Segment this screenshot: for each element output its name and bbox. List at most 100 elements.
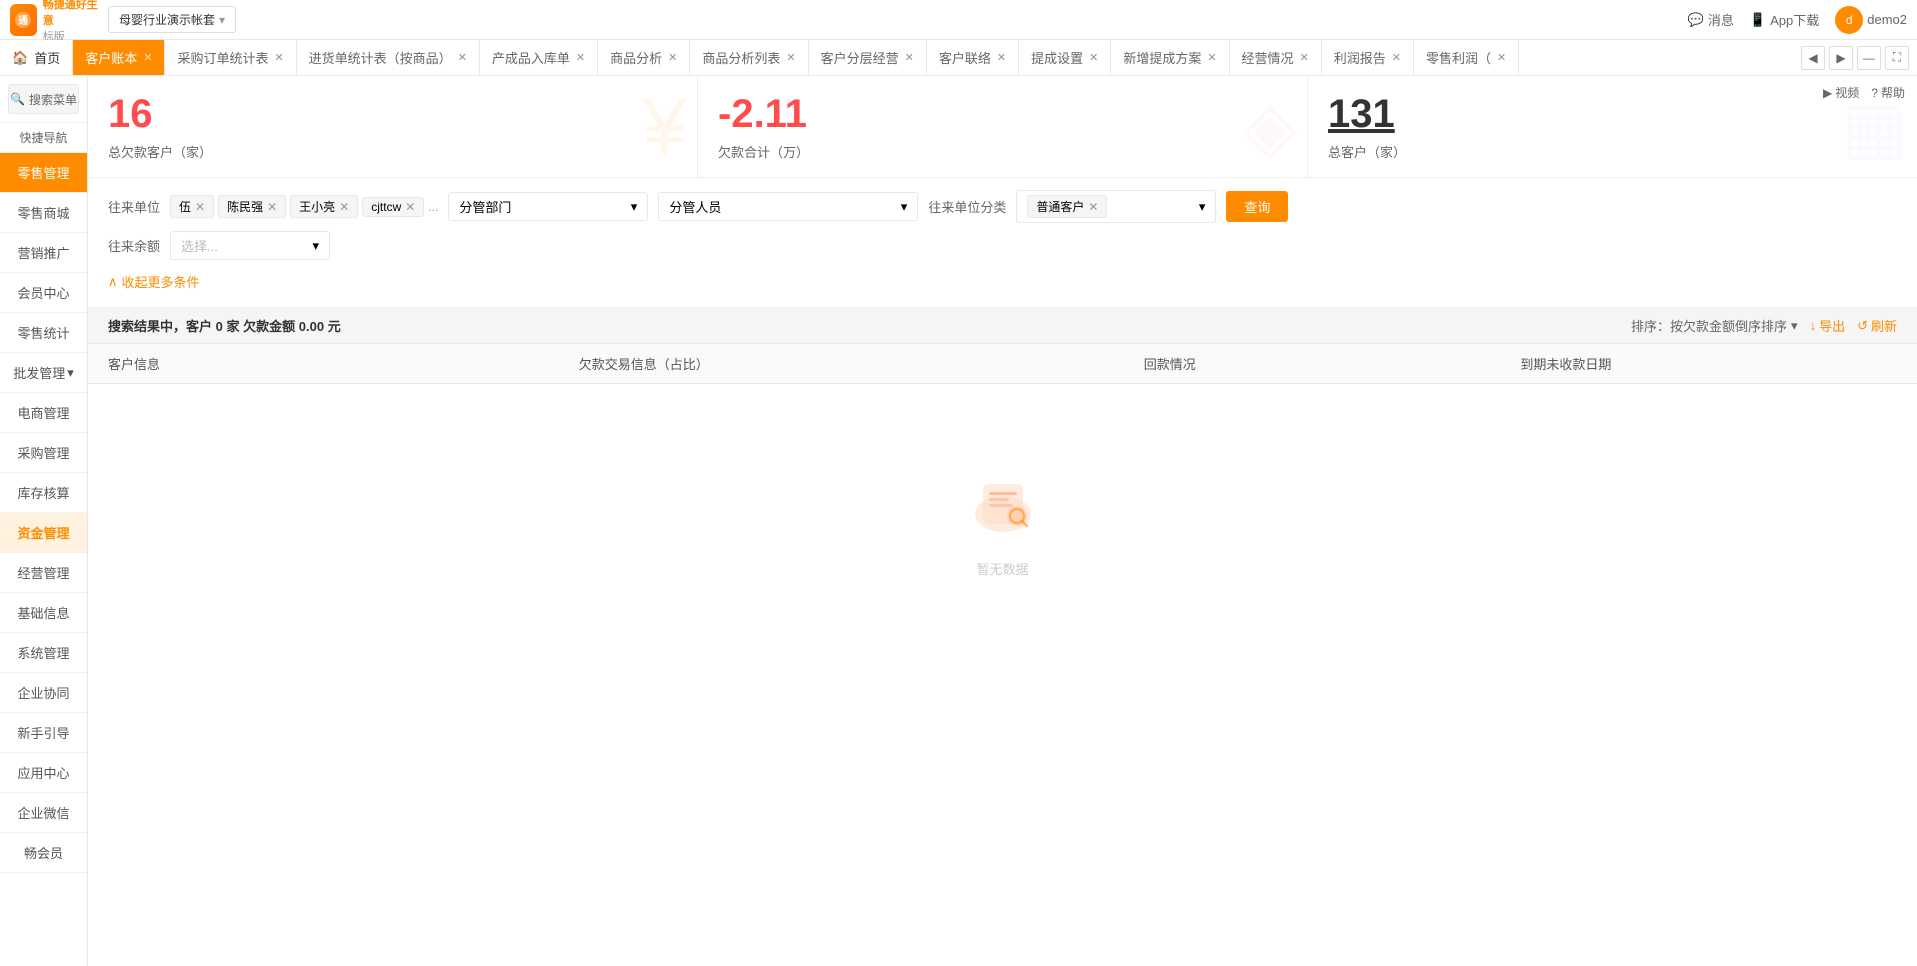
tab-minimize-btn[interactable]: —: [1857, 46, 1881, 70]
sidebar-item-inventory[interactable]: 库存核算: [0, 473, 87, 513]
video-link[interactable]: ▶ 视频: [1823, 84, 1859, 101]
org-selector[interactable]: 母婴行业演示帐套 ▾: [108, 6, 236, 33]
tab-customer-contact-close[interactable]: ✕: [997, 51, 1006, 64]
download-icon: 📱: [1750, 12, 1766, 28]
sidebar-item-operations[interactable]: 经营管理: [0, 553, 87, 593]
stat-total-customers-value[interactable]: 131: [1328, 92, 1406, 136]
help-link[interactable]: ? 帮助: [1871, 84, 1905, 101]
unit-tag-wu-close[interactable]: ✕: [195, 200, 205, 214]
tab-goods-analysis-list-close[interactable]: ✕: [786, 51, 795, 64]
person-filter[interactable]: 分管人员 ▾: [658, 192, 918, 221]
tab-new-promotion[interactable]: 新增提成方案 ✕: [1111, 40, 1229, 76]
app-download-btn[interactable]: 📱 App下载: [1750, 10, 1819, 29]
unit-tag-chen-close[interactable]: ✕: [267, 200, 277, 214]
play-icon: ▶: [1823, 86, 1832, 100]
tab-product-in-close[interactable]: ✕: [576, 51, 585, 64]
sidebar-item-wholesale[interactable]: 批发管理 ▾: [0, 353, 87, 393]
tab-purchase-order[interactable]: 采购订单统计表 ✕: [165, 40, 296, 76]
tab-goods-in-stats[interactable]: 进货单统计表（按商品） ✕: [297, 40, 480, 76]
collapse-button[interactable]: ∧ 收起更多条件: [108, 272, 1897, 291]
sidebar-item-new-guide-label: 新手引导: [17, 726, 69, 741]
sidebar-item-enterprise[interactable]: 企业协同: [0, 673, 87, 713]
tab-goods-analysis-list[interactable]: 商品分析列表 ✕: [690, 40, 808, 76]
tab-business-status[interactable]: 经营情况 ✕: [1230, 40, 1322, 76]
dept-filter[interactable]: 分管部门 ▾: [448, 192, 648, 221]
query-button[interactable]: 查询: [1226, 191, 1288, 222]
col-customer-info: 客户信息: [108, 354, 579, 373]
balance-filter[interactable]: 选择... ▾: [170, 231, 330, 260]
category-tag-normal-label: 普通客户: [1036, 198, 1084, 215]
tab-profit-report-label: 利润报告: [1334, 48, 1386, 67]
results-debt-prefix: 欠款金额: [243, 319, 295, 334]
tab-home[interactable]: 🏠 首页: [0, 40, 73, 76]
app-download-label: App下载: [1770, 10, 1819, 29]
sidebar-item-enterprise-wechat-label: 企业微信: [17, 806, 69, 821]
sidebar-item-marketing[interactable]: 营销推广: [0, 233, 87, 273]
unit-tag-cj-close[interactable]: ✕: [405, 200, 415, 214]
tab-promotion-settings[interactable]: 提成设置 ✕: [1019, 40, 1111, 76]
sidebar-item-member-plus[interactable]: 畅会员: [0, 833, 87, 873]
tab-customer-contact[interactable]: 客户联络 ✕: [927, 40, 1019, 76]
sidebar-item-ecommerce[interactable]: 电商管理: [0, 393, 87, 433]
tab-purchase-order-label: 采购订单统计表: [177, 48, 268, 67]
unit-tag-wang-close[interactable]: ✕: [339, 200, 349, 214]
tab-purchase-order-close[interactable]: ✕: [274, 51, 283, 64]
tab-product-in-label: 产成品入库单: [492, 48, 570, 67]
tab-retail-profit-close[interactable]: ✕: [1497, 51, 1506, 64]
tab-goods-analysis-close[interactable]: ✕: [668, 51, 677, 64]
tab-profit-report[interactable]: 利润报告 ✕: [1322, 40, 1414, 76]
category-filter-label: 往来单位分类: [928, 197, 1006, 216]
tab-customer-contact-label: 客户联络: [939, 48, 991, 67]
balance-dropdown-icon: ▾: [312, 238, 319, 254]
dept-filter-label: 分管部门: [459, 197, 511, 216]
tab-customer-seg-label: 客户分层经营: [821, 48, 899, 67]
sidebar-item-retail-stats[interactable]: 零售统计: [0, 313, 87, 353]
sidebar-item-enterprise-wechat[interactable]: 企业微信: [0, 793, 87, 833]
refresh-button[interactable]: ↺ 刷新: [1857, 316, 1897, 335]
sidebar-quick-nav[interactable]: 快捷导航: [0, 123, 87, 153]
sidebar-item-system[interactable]: 系统管理: [0, 633, 87, 673]
sort-button[interactable]: 排序：按欠款金额倒序排序 ▾: [1631, 316, 1798, 335]
tab-product-in[interactable]: 产成品入库单 ✕: [480, 40, 598, 76]
messages-btn[interactable]: 💬 消息: [1688, 10, 1734, 29]
tab-customer-seg[interactable]: 客户分层经营 ✕: [809, 40, 927, 76]
tab-goods-analysis[interactable]: 商品分析 ✕: [598, 40, 690, 76]
sidebar-item-finance[interactable]: 资金管理: [0, 513, 87, 553]
sidebar-item-app-center[interactable]: 应用中心: [0, 753, 87, 793]
chevron-up-icon: ∧: [108, 274, 118, 290]
sidebar-search-label: 搜索菜单: [29, 91, 77, 108]
tab-prev-btn[interactable]: ◀: [1801, 46, 1825, 70]
tab-business-status-close[interactable]: ✕: [1300, 51, 1309, 64]
unit-tag-more[interactable]: ...: [428, 200, 438, 214]
tab-customer-seg-close[interactable]: ✕: [905, 51, 914, 64]
tab-promotion-settings-close[interactable]: ✕: [1089, 51, 1098, 64]
sidebar-item-purchase[interactable]: 采购管理: [0, 433, 87, 473]
sidebar-item-basic-info[interactable]: 基础信息: [0, 593, 87, 633]
results-prefix: 搜索结果中，客户: [108, 319, 212, 334]
tab-goods-in-stats-close[interactable]: ✕: [458, 51, 467, 64]
tab-next-btn[interactable]: ▶: [1829, 46, 1853, 70]
tab-controls: ◀ ▶ — ⛶: [1793, 46, 1917, 70]
stat-debt-amount-content: -2.11 欠款合计（万）: [718, 92, 809, 161]
tab-customer-book[interactable]: 客户账本 ✕: [73, 40, 165, 76]
category-tag-normal-close[interactable]: ✕: [1088, 200, 1098, 214]
tab-customer-book-close[interactable]: ✕: [143, 51, 152, 64]
message-icon: 💬: [1688, 12, 1704, 28]
tab-profit-report-close[interactable]: ✕: [1392, 51, 1401, 64]
sidebar-item-member[interactable]: 会员中心: [0, 273, 87, 313]
org-selector-label: 母婴行业演示帐套: [119, 11, 215, 28]
sidebar-item-retail[interactable]: 零售管理: [0, 153, 87, 193]
sidebar: 🔍 搜索菜单 快捷导航 零售管理 零售商城 营销推广 会员中心 零售统计 批发管…: [0, 76, 88, 966]
unit-tag-wu: 伍 ✕: [170, 195, 214, 218]
stat-debt-amount: ◈ -2.11 欠款合计（万）: [698, 76, 1308, 177]
export-button[interactable]: ↓ 导出: [1810, 316, 1846, 335]
category-filter[interactable]: 普通客户 ✕ ▾: [1016, 190, 1216, 223]
sidebar-search-btn[interactable]: 🔍 搜索菜单: [8, 84, 79, 114]
user-area[interactable]: d demo2: [1835, 6, 1907, 34]
sidebar-item-new-guide[interactable]: 新手引导: [0, 713, 87, 753]
logo-icon: 通: [10, 4, 37, 36]
tab-retail-profit[interactable]: 零售利润（ ✕: [1414, 40, 1519, 76]
tab-new-promotion-close[interactable]: ✕: [1207, 51, 1216, 64]
sidebar-item-retail-mall[interactable]: 零售商城: [0, 193, 87, 233]
tab-maximize-btn[interactable]: ⛶: [1885, 46, 1909, 70]
